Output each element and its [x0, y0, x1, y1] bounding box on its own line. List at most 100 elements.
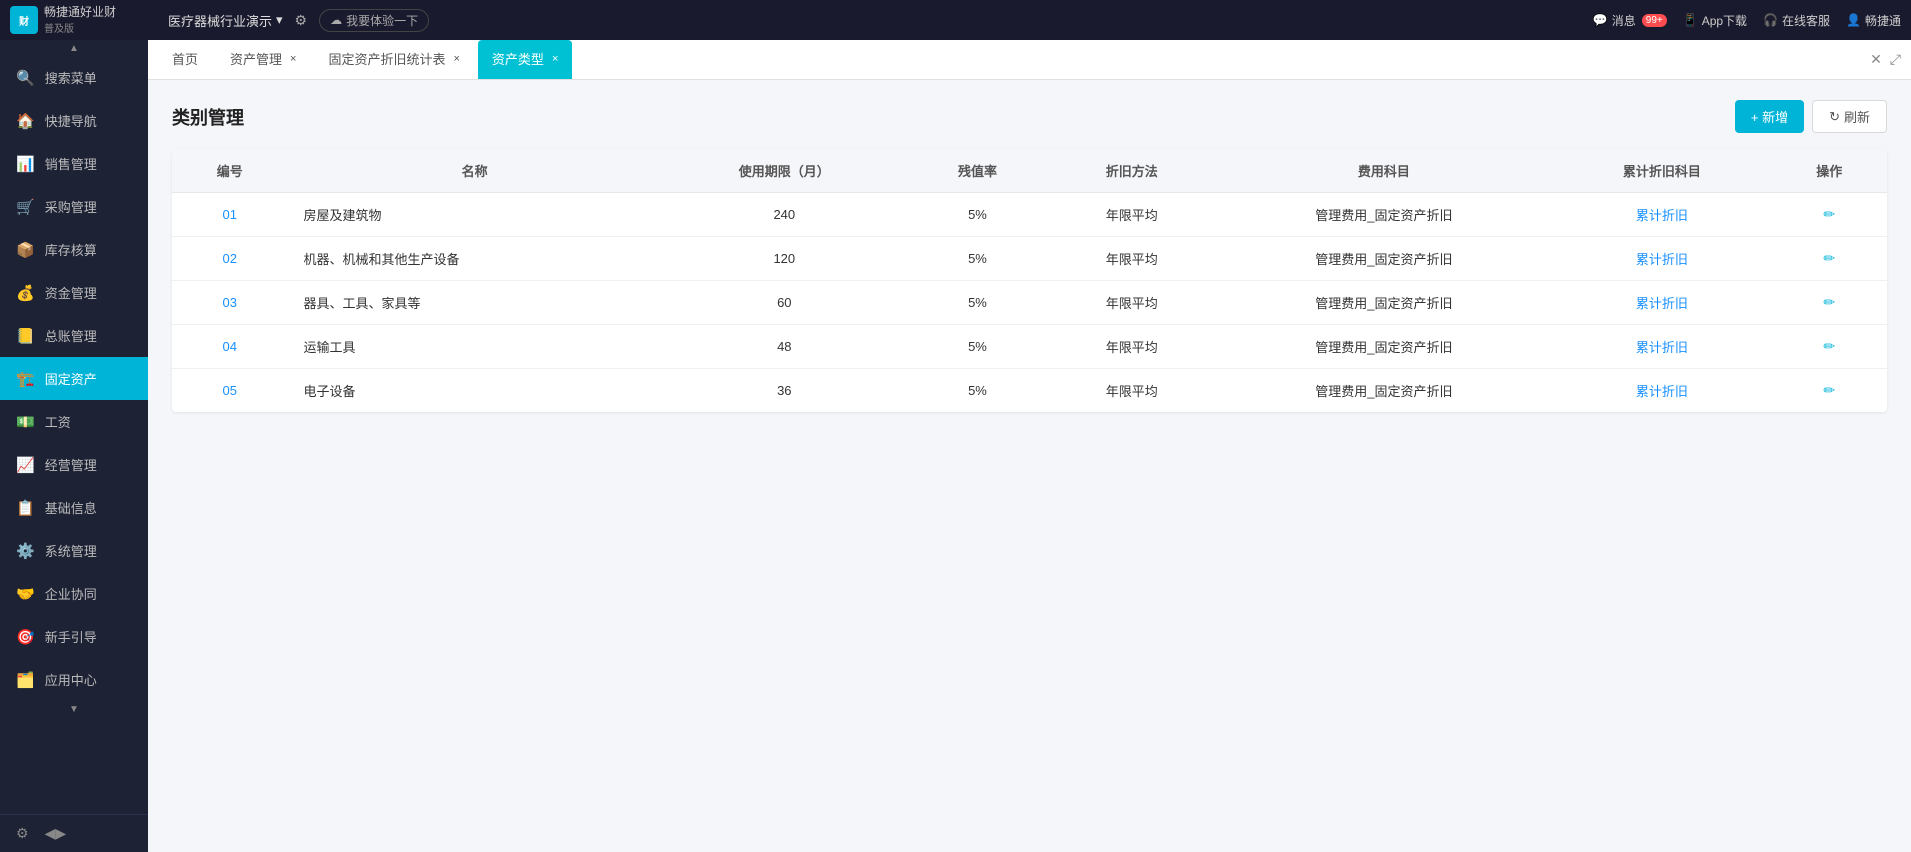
sidebar-item-label: 系统管理: [45, 541, 97, 560]
topbar-center: 医疗器械行业演示 ▾ ⚙ ☁ 我要体验一下: [158, 9, 1593, 32]
sidebar-scroll-up[interactable]: ▲: [0, 40, 148, 56]
tab-asset-type[interactable]: 资产类型 ×: [478, 40, 572, 79]
col-expense: 费用科目: [1215, 149, 1552, 193]
table-container: 编号 名称 使用期限（月） 残值率 折旧方法 费用科目 累计折旧科目 操作 01…: [172, 149, 1887, 412]
sidebar-item-basic[interactable]: 📋 基础信息: [0, 486, 148, 529]
experience-button[interactable]: ☁ 我要体验一下: [319, 9, 429, 32]
sidebar-item-label: 库存核算: [45, 240, 97, 259]
table-row: 01 房屋及建筑物 240 5% 年限平均 管理费用_固定资产折旧 累计折旧 ✏: [172, 193, 1887, 237]
cloud-icon: ☁: [330, 13, 342, 27]
edit-icon[interactable]: ✏: [1823, 294, 1835, 310]
tab-home-label: 首页: [172, 49, 198, 68]
sidebar-item-guide[interactable]: 🎯 新手引导: [0, 615, 148, 658]
cell-action[interactable]: ✏: [1771, 281, 1887, 325]
search-icon: 🔍: [16, 69, 35, 87]
tab-asset-type-label: 资产类型: [492, 49, 544, 68]
operation-icon: 📈: [16, 456, 35, 474]
sidebar-item-label: 企业协同: [45, 584, 97, 603]
refresh-label: 刷新: [1844, 107, 1870, 126]
cell-method: 年限平均: [1048, 369, 1215, 413]
tab-bar-right: ✕ ⤢: [1870, 51, 1901, 68]
sidebar-item-purchase[interactable]: 🛒 采购管理: [0, 185, 148, 228]
cell-action[interactable]: ✏: [1771, 325, 1887, 369]
user-button[interactable]: 👤 畅捷通: [1846, 12, 1901, 29]
sidebar-item-ledger[interactable]: 📒 总账管理: [0, 314, 148, 357]
service-label: 在线客服: [1782, 12, 1830, 29]
collapse-icon[interactable]: ◀▶: [45, 825, 67, 842]
sidebar-item-fixed[interactable]: 🏗️ 固定资产: [0, 357, 148, 400]
tab-expand-icon[interactable]: ⤢: [1890, 51, 1901, 68]
cell-id: 05: [172, 369, 288, 413]
app-download-button[interactable]: 📱 App下载: [1683, 12, 1747, 29]
logo: 财 畅捷通好业财 普及版: [10, 5, 158, 36]
cell-salvage: 5%: [907, 325, 1048, 369]
message-icon: 💬: [1593, 13, 1608, 27]
cell-months: 120: [662, 237, 907, 281]
company-selector[interactable]: 医疗器械行业演示 ▾: [168, 11, 283, 30]
sidebar-item-enterprise[interactable]: 🤝 企业协同: [0, 572, 148, 615]
tab-asset-mgmt-label: 资产管理: [230, 49, 282, 68]
topbar: 财 畅捷通好业财 普及版 医疗器械行业演示 ▾ ⚙ ☁ 我要体验一下 💬 消息 …: [0, 0, 1911, 40]
experience-label: 我要体验一下: [346, 12, 418, 29]
sidebar-item-label: 经营管理: [45, 455, 97, 474]
tab-close-icon[interactable]: ✕: [1870, 51, 1882, 68]
tab-fixed-depreciation[interactable]: 固定资产折旧统计表 ×: [314, 40, 473, 79]
basic-icon: 📋: [16, 499, 35, 517]
settings-icon[interactable]: ⚙: [295, 12, 308, 29]
sidebar-item-search[interactable]: 🔍 搜索菜单: [0, 56, 148, 99]
service-button[interactable]: 🎧 在线客服: [1763, 12, 1830, 29]
sidebar-item-capital[interactable]: 💰 资金管理: [0, 271, 148, 314]
refresh-button[interactable]: ↻ 刷新: [1812, 100, 1887, 133]
cell-accumulated: 累计折旧: [1552, 281, 1771, 325]
cell-name: 机器、机械和其他生产设备: [288, 237, 662, 281]
sidebar-item-label: 应用中心: [45, 670, 97, 689]
settings-bottom-icon[interactable]: ⚙: [16, 825, 29, 842]
edit-icon[interactable]: ✏: [1823, 382, 1835, 398]
asset-type-table: 编号 名称 使用期限（月） 残值率 折旧方法 费用科目 累计折旧科目 操作 01…: [172, 149, 1887, 412]
edit-icon[interactable]: ✏: [1823, 250, 1835, 266]
logo-sub: 普及版: [44, 20, 116, 35]
table-row: 03 器具、工具、家具等 60 5% 年限平均 管理费用_固定资产折旧 累计折旧…: [172, 281, 1887, 325]
tab-fixed-depreciation-close[interactable]: ×: [453, 53, 459, 65]
sidebar-item-label: 基础信息: [45, 498, 97, 517]
cell-expense: 管理费用_固定资产折旧: [1215, 193, 1552, 237]
cell-action[interactable]: ✏: [1771, 237, 1887, 281]
cell-expense: 管理费用_固定资产折旧: [1215, 237, 1552, 281]
cell-id: 01: [172, 193, 288, 237]
sidebar-item-sales[interactable]: 📊 销售管理: [0, 142, 148, 185]
cell-salvage: 5%: [907, 193, 1048, 237]
sidebar-item-system[interactable]: ⚙️ 系统管理: [0, 529, 148, 572]
cell-id: 02: [172, 237, 288, 281]
sidebar-scroll-down[interactable]: ▼: [0, 701, 148, 717]
message-button[interactable]: 💬 消息 99+: [1593, 12, 1667, 29]
sidebar-item-apps[interactable]: 🗂️ 应用中心: [0, 658, 148, 701]
tab-asset-type-close[interactable]: ×: [552, 53, 558, 65]
cell-action[interactable]: ✏: [1771, 369, 1887, 413]
apps-icon: 🗂️: [16, 671, 35, 689]
tab-home[interactable]: 首页: [158, 40, 212, 79]
edit-icon[interactable]: ✏: [1823, 206, 1835, 222]
sidebar-item-quicknav[interactable]: 🏠 快捷导航: [0, 99, 148, 142]
cell-action[interactable]: ✏: [1771, 193, 1887, 237]
cell-months: 36: [662, 369, 907, 413]
sidebar-item-operation[interactable]: 📈 经营管理: [0, 443, 148, 486]
tab-asset-mgmt-close[interactable]: ×: [290, 53, 296, 65]
sidebar-item-salary[interactable]: 💵 工资: [0, 400, 148, 443]
cell-expense: 管理费用_固定资产折旧: [1215, 281, 1552, 325]
cell-name: 电子设备: [288, 369, 662, 413]
salary-icon: 💵: [16, 413, 35, 431]
message-label: 消息: [1612, 12, 1636, 29]
capital-icon: 💰: [16, 284, 35, 302]
sidebar-bottom: ⚙ ◀▶: [0, 814, 148, 852]
tab-fixed-depreciation-label: 固定资产折旧统计表: [328, 49, 445, 68]
new-button[interactable]: + 新增: [1735, 100, 1804, 133]
topbar-right: 💬 消息 99+ 📱 App下载 🎧 在线客服 👤 畅捷通: [1593, 12, 1901, 29]
edit-icon[interactable]: ✏: [1823, 338, 1835, 354]
tab-asset-mgmt[interactable]: 资产管理 ×: [216, 40, 310, 79]
dropdown-icon: ▾: [276, 12, 283, 28]
table-row: 04 运输工具 48 5% 年限平均 管理费用_固定资产折旧 累计折旧 ✏: [172, 325, 1887, 369]
inventory-icon: 📦: [16, 241, 35, 259]
col-method: 折旧方法: [1048, 149, 1215, 193]
sidebar-item-inventory[interactable]: 📦 库存核算: [0, 228, 148, 271]
cell-method: 年限平均: [1048, 237, 1215, 281]
